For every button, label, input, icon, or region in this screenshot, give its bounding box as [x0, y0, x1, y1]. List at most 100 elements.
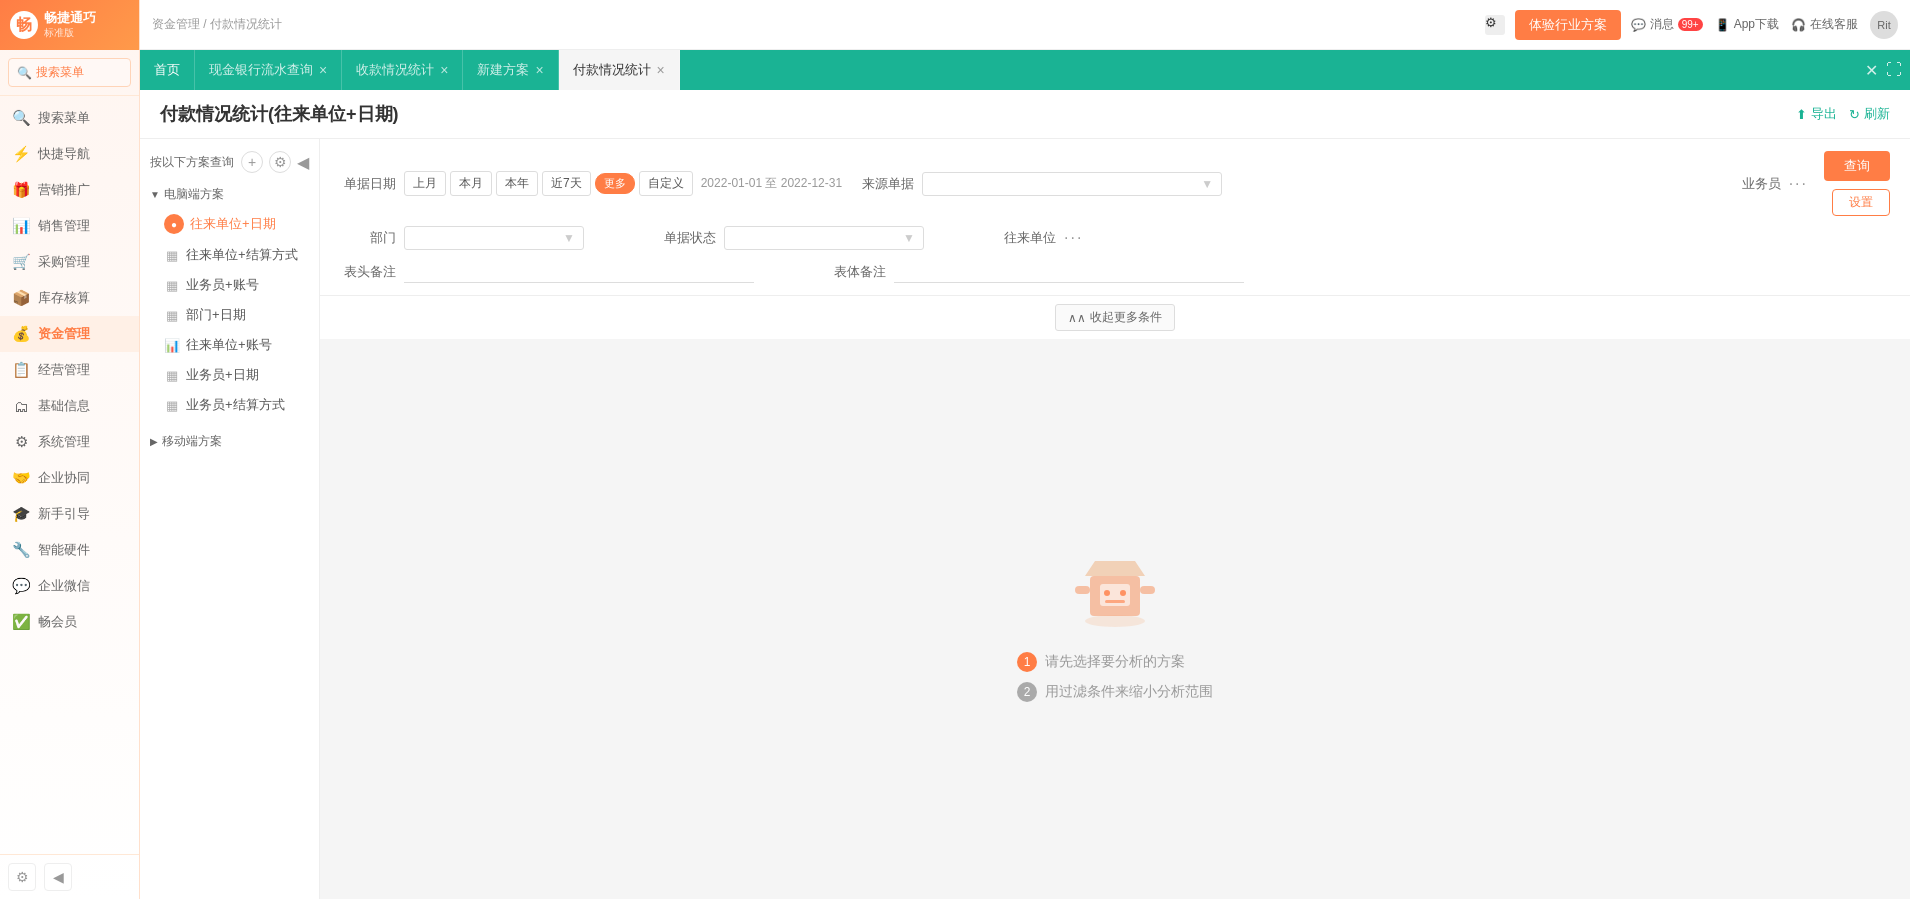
mobile-section-label: 移动端方案 [162, 433, 222, 450]
export-button[interactable]: ⬆ 导出 [1796, 105, 1837, 123]
tab-cash-flow-label: 现金银行流水查询 [209, 61, 313, 79]
scheme-item-icon: ▦ [164, 397, 180, 413]
dept-select-arrow-icon: ▼ [563, 231, 575, 245]
sidebar-item-cooperation[interactable]: 🤝 企业协同 [0, 460, 139, 496]
tab-collection-stats[interactable]: 收款情况统计 × [342, 50, 463, 90]
sidebar-item-member[interactable]: ✅ 畅会员 [0, 604, 139, 640]
scheme-item-icon: ▦ [164, 247, 180, 263]
maximize-button[interactable]: ⛶ [1886, 61, 1902, 79]
search-menu-button[interactable]: 🔍 搜索菜单 [8, 58, 131, 87]
empty-tip-2-text: 用过滤条件来缩小分析范围 [1045, 683, 1213, 701]
scheme-settings-button[interactable]: ⚙ [269, 151, 291, 173]
query-button[interactable]: 查询 [1824, 151, 1890, 181]
table-body-remark-field: 表体备注 [830, 260, 1244, 283]
refresh-button[interactable]: ↻ 刷新 [1849, 105, 1890, 123]
scheme-collapse-button[interactable]: ◀ [297, 153, 309, 172]
quick-nav-icon: ⚡ [12, 145, 30, 163]
sidebar-item-label: 销售管理 [38, 217, 90, 235]
collapse-more-button[interactable]: ∧∧ 收起更多条件 [1055, 304, 1175, 331]
breadcrumb: 资金管理 / 付款情况统计 [152, 16, 1475, 33]
search-icon: 🔍 [17, 66, 32, 80]
scheme-item-unit-settle[interactable]: ▦ 往来单位+结算方式 [140, 240, 319, 270]
sidebar-item-capital[interactable]: 💰 资金管理 [0, 316, 139, 352]
dept-select[interactable]: ▼ [404, 226, 584, 250]
settings-footer-button[interactable]: ⚙ [8, 863, 36, 891]
tabs-end-buttons: ✕ ⛶ [1857, 50, 1910, 90]
scheme-item-unit-date[interactable]: ● 往来单位+日期 [140, 208, 319, 240]
collapse-sidebar-button[interactable]: ◀ [44, 863, 72, 891]
filter-row-2: 部门 ▼ 单据状态 ▼ [340, 226, 1890, 250]
sidebar-item-purchase[interactable]: 🛒 采购管理 [0, 244, 139, 280]
sidebar-item-system[interactable]: ⚙ 系统管理 [0, 424, 139, 460]
logo-name: 畅捷通巧 [44, 10, 96, 26]
sidebar-item-label: 智能硬件 [38, 541, 90, 559]
scheme-item-dept-date[interactable]: ▦ 部门+日期 [140, 300, 319, 330]
settings-button[interactable]: 设置 [1832, 189, 1890, 216]
scheme-item-label: 往来单位+结算方式 [186, 246, 298, 264]
tab-cash-flow-close-icon[interactable]: × [319, 63, 327, 77]
sidebar-item-inventory[interactable]: 📦 库存核算 [0, 280, 139, 316]
tip-num-2: 2 [1017, 682, 1037, 702]
app-download-label: App下载 [1734, 16, 1779, 33]
sidebar-item-marketing[interactable]: 🎁 营销推广 [0, 172, 139, 208]
scheme-item-label: 业务员+账号 [186, 276, 259, 294]
sidebar-item-label: 企业微信 [38, 577, 90, 595]
sidebar-item-operation[interactable]: 📋 经营管理 [0, 352, 139, 388]
settings-footer-icon: ⚙ [16, 869, 29, 885]
user-avatar-text: Rit [1877, 19, 1890, 31]
source-select[interactable]: ▼ [922, 172, 1222, 196]
sidebar-item-search[interactable]: 🔍 搜索菜单 [0, 100, 139, 136]
partner-input[interactable]: ··· [1064, 229, 1083, 247]
date-btn-this-month[interactable]: 本月 [450, 171, 492, 196]
sidebar-item-quick-nav[interactable]: ⚡ 快捷导航 [0, 136, 139, 172]
source-select-arrow-icon: ▼ [1201, 177, 1213, 191]
sidebar-item-hardware[interactable]: 🔧 智能硬件 [0, 532, 139, 568]
date-btn-last-month[interactable]: 上月 [404, 171, 446, 196]
mobile-section-title[interactable]: ▶ 移动端方案 [140, 428, 319, 455]
topbar-gear-icon[interactable]: ⚙ [1485, 15, 1505, 35]
tab-collection-stats-close-icon[interactable]: × [440, 63, 448, 77]
online-service-button[interactable]: 🎧 在线客服 [1791, 16, 1858, 33]
sidebar-item-basic-info[interactable]: 🗂 基础信息 [0, 388, 139, 424]
staff-input[interactable]: ··· [1789, 175, 1808, 193]
table-header-remark-input[interactable] [404, 260, 754, 283]
date-field: 单据日期 上月 本月 本年 近7天 更多 自定义 2022-01-01 至 20… [340, 171, 842, 196]
doc-status-select[interactable]: ▼ [724, 226, 924, 250]
add-scheme-button[interactable]: + [241, 151, 263, 173]
sidebar-nav: 🔍 搜索菜单 ⚡ 快捷导航 🎁 营销推广 📊 销售管理 🛒 采购管理 📦 库存核… [0, 96, 139, 854]
wechat-icon: 💬 [12, 577, 30, 595]
tab-cash-flow[interactable]: 现金银行流水查询 × [195, 50, 342, 90]
svg-point-5 [1120, 590, 1126, 596]
tab-new-scheme[interactable]: 新建方案 × [463, 50, 558, 90]
dept-label: 部门 [340, 229, 396, 247]
app-download-button[interactable]: 📱 App下载 [1715, 16, 1779, 33]
date-btn-more[interactable]: 更多 [595, 173, 635, 194]
tab-home[interactable]: 首页 [140, 50, 195, 90]
date-btn-last-7d[interactable]: 近7天 [542, 171, 591, 196]
sidebar-item-label: 搜索菜单 [38, 109, 90, 127]
desktop-section-title[interactable]: ▼ 电脑端方案 [140, 181, 319, 208]
online-service-label: 在线客服 [1810, 16, 1858, 33]
search-nav-icon: 🔍 [12, 109, 30, 127]
date-btn-this-year[interactable]: 本年 [496, 171, 538, 196]
scheme-item-unit-account[interactable]: 📊 往来单位+账号 [140, 330, 319, 360]
scheme-item-staff-account[interactable]: ▦ 业务员+账号 [140, 270, 319, 300]
tab-payment-stats[interactable]: 付款情况统计 × [559, 50, 680, 90]
user-avatar[interactable]: Rit [1870, 11, 1898, 39]
table-body-remark-input[interactable] [894, 260, 1244, 283]
query-btn-area: 查询 设置 [1824, 151, 1890, 216]
date-btn-custom[interactable]: 自定义 [639, 171, 693, 196]
sidebar-item-sales[interactable]: 📊 销售管理 [0, 208, 139, 244]
tab-new-scheme-close-icon[interactable]: × [535, 63, 543, 77]
scheme-item-staff-date[interactable]: ▦ 业务员+日期 [140, 360, 319, 390]
sidebar-item-wechat[interactable]: 💬 企业微信 [0, 568, 139, 604]
message-button[interactable]: 💬 消息 99+ [1631, 16, 1703, 33]
sidebar-item-guide[interactable]: 🎓 新手引导 [0, 496, 139, 532]
tab-payment-stats-close-icon[interactable]: × [657, 63, 665, 77]
sales-icon: 📊 [12, 217, 30, 235]
industry-scheme-button[interactable]: 体验行业方案 [1515, 10, 1621, 40]
scheme-item-label: 业务员+日期 [186, 366, 259, 384]
close-all-tabs-button[interactable]: ✕ [1865, 61, 1878, 80]
scheme-item-staff-settle[interactable]: ▦ 业务员+结算方式 [140, 390, 319, 420]
scheme-item-label: 往来单位+日期 [190, 215, 276, 233]
